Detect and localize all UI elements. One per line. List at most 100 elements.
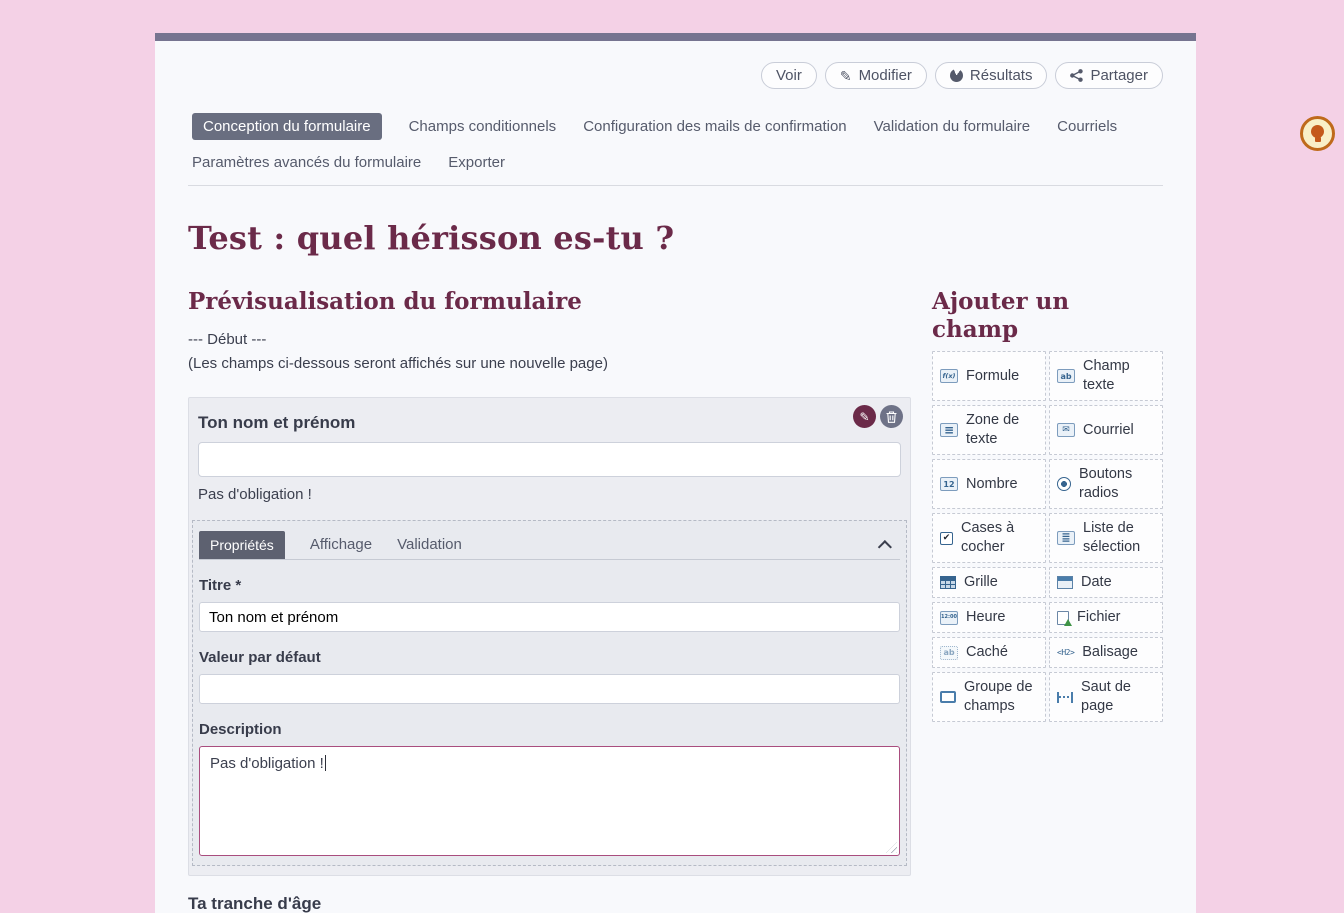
- tab-affichage[interactable]: Affichage: [310, 530, 372, 559]
- add-cache-button[interactable]: Caché: [932, 637, 1046, 668]
- add-boutons-radios-button[interactable]: Boutons radios: [1049, 459, 1163, 509]
- nav-divider: [188, 185, 1163, 186]
- description-textarea[interactable]: Pas d'obligation !: [199, 746, 900, 856]
- add-button-label: Date: [1081, 573, 1112, 592]
- delete-field-icon[interactable]: [880, 405, 903, 428]
- calendar-icon: [1057, 576, 1073, 589]
- add-field-sidebar: Ajouter un champ Formule Champ texte Zon…: [932, 257, 1163, 722]
- share-button-label: Partager: [1090, 67, 1148, 84]
- share-button[interactable]: Partager: [1055, 62, 1163, 89]
- email-icon: [1057, 423, 1075, 437]
- tab-exporter[interactable]: Exporter: [448, 149, 505, 176]
- add-courriel-button[interactable]: Courriel: [1049, 405, 1163, 455]
- lightbulb-icon: [1311, 125, 1324, 142]
- add-button-label: Groupe de champs: [964, 678, 1038, 716]
- add-cases-a-cocher-button[interactable]: Cases à cocher: [932, 513, 1046, 563]
- form-actions: Voir ✎ Modifier Résultats Partager: [188, 62, 1163, 89]
- resize-handle[interactable]: [886, 842, 897, 853]
- add-button-label: Caché: [966, 643, 1008, 662]
- markup-icon: [1057, 643, 1074, 662]
- add-button-label: Fichier: [1077, 608, 1121, 627]
- add-formule-button[interactable]: Formule: [932, 351, 1046, 401]
- pencil-icon: ✎: [840, 69, 852, 83]
- add-grille-button[interactable]: Grille: [932, 567, 1046, 598]
- help-lightbulb-button[interactable]: [1300, 116, 1335, 151]
- text-field-icon: [1057, 369, 1075, 383]
- page-break-note: (Les champs ci-dessous seront affichés s…: [188, 355, 911, 372]
- add-zone-de-texte-button[interactable]: Zone de texte: [932, 405, 1046, 455]
- add-button-label: Courriel: [1083, 421, 1134, 440]
- add-liste-de-selection-button[interactable]: Liste de sélection: [1049, 513, 1163, 563]
- page-break-icon: [1057, 692, 1073, 703]
- field-editor-panel: Propriétés Affichage Validation Titre * …: [192, 520, 907, 866]
- add-date-button[interactable]: Date: [1049, 567, 1163, 598]
- add-heure-button[interactable]: Heure: [932, 602, 1046, 633]
- titre-input[interactable]: [199, 602, 900, 632]
- radio-icon: [1057, 477, 1071, 491]
- add-saut-de-page-button[interactable]: Saut de page: [1049, 672, 1163, 722]
- add-button-label: Saut de page: [1081, 678, 1155, 716]
- description-textarea-value: Pas d'obligation !: [210, 755, 324, 772]
- preview-field-description: Pas d'obligation !: [198, 486, 901, 503]
- editor-tabs: Propriétés Affichage Validation: [199, 521, 900, 560]
- share-icon: [1070, 69, 1083, 82]
- add-button-label: Liste de sélection: [1083, 519, 1155, 557]
- tab-proprietes[interactable]: Propriétés: [199, 531, 285, 559]
- add-button-label: Nombre: [966, 475, 1018, 494]
- pie-chart-icon: [950, 69, 963, 82]
- view-button[interactable]: Voir: [761, 62, 817, 89]
- fieldset-icon: [940, 691, 956, 703]
- add-button-label: Zone de texte: [966, 411, 1038, 449]
- tab-champs-conditionnels[interactable]: Champs conditionnels: [409, 113, 557, 140]
- edit-button-label: Modifier: [859, 67, 912, 84]
- tab-configuration-mails[interactable]: Configuration des mails de confirmation: [583, 113, 846, 140]
- preview-field-label: Ton nom et prénom: [198, 413, 901, 433]
- tab-conception-du-formulaire[interactable]: Conception du formulaire: [192, 113, 382, 140]
- text-cursor: [325, 755, 326, 771]
- select-list-icon: [1057, 531, 1075, 545]
- tab-parametres-avances[interactable]: Paramètres avancés du formulaire: [192, 149, 421, 176]
- formula-icon: [940, 369, 958, 383]
- file-upload-icon: [1057, 611, 1069, 625]
- add-button-label: Heure: [966, 608, 1006, 627]
- form-nav-tabs: Conception du formulaire Champs conditio…: [188, 113, 1163, 176]
- add-champ-texte-button[interactable]: Champ texte: [1049, 351, 1163, 401]
- titre-label: Titre *: [199, 577, 900, 594]
- add-nombre-button[interactable]: Nombre: [932, 459, 1046, 509]
- add-groupe-de-champs-button[interactable]: Groupe de champs: [932, 672, 1046, 722]
- time-icon: [940, 611, 958, 625]
- field-card-nom-prenom: ✎ Ton nom et prénom Pas d'obligation ! P…: [188, 397, 911, 876]
- preview-heading: Prévisualisation du formulaire: [188, 288, 911, 316]
- page-title: Test : quel hérisson es-tu ?: [188, 219, 1163, 257]
- add-balisage-button[interactable]: Balisage: [1049, 637, 1163, 668]
- results-button-label: Résultats: [970, 67, 1033, 84]
- add-button-label: Formule: [966, 367, 1019, 386]
- view-button-label: Voir: [776, 67, 802, 84]
- tab-validation-du-formulaire[interactable]: Validation du formulaire: [874, 113, 1030, 140]
- content-area: Voir ✎ Modifier Résultats Partager Conce…: [155, 33, 1196, 913]
- edit-button[interactable]: ✎ Modifier: [825, 62, 927, 89]
- preview-field-input[interactable]: [198, 442, 901, 477]
- hidden-field-icon: [940, 646, 958, 660]
- add-button-label: Cases à cocher: [961, 519, 1038, 557]
- form-start-marker: --- Début ---: [188, 331, 911, 348]
- results-button[interactable]: Résultats: [935, 62, 1048, 89]
- number-icon: [940, 477, 958, 491]
- form-preview-column: Prévisualisation du formulaire --- Début…: [188, 257, 911, 913]
- checkbox-icon: [940, 532, 953, 545]
- add-field-heading: Ajouter un champ: [932, 288, 1107, 344]
- add-button-label: Boutons radios: [1079, 465, 1155, 503]
- collapse-panel-icon[interactable]: [878, 540, 892, 554]
- edit-field-icon[interactable]: ✎: [853, 405, 876, 428]
- add-button-label: Balisage: [1082, 643, 1138, 662]
- add-button-label: Champ texte: [1083, 357, 1155, 395]
- add-fichier-button[interactable]: Fichier: [1049, 602, 1163, 633]
- grid-icon: [940, 576, 956, 589]
- valeur-par-defaut-input[interactable]: [199, 674, 900, 704]
- field-card-actions: ✎: [853, 405, 903, 428]
- textarea-icon: [940, 423, 958, 437]
- tab-validation[interactable]: Validation: [397, 530, 462, 559]
- tab-courriels[interactable]: Courriels: [1057, 113, 1117, 140]
- valeur-par-defaut-label: Valeur par défaut: [199, 649, 900, 666]
- add-field-grid: Formule Champ texte Zone de texte Courri…: [932, 351, 1163, 722]
